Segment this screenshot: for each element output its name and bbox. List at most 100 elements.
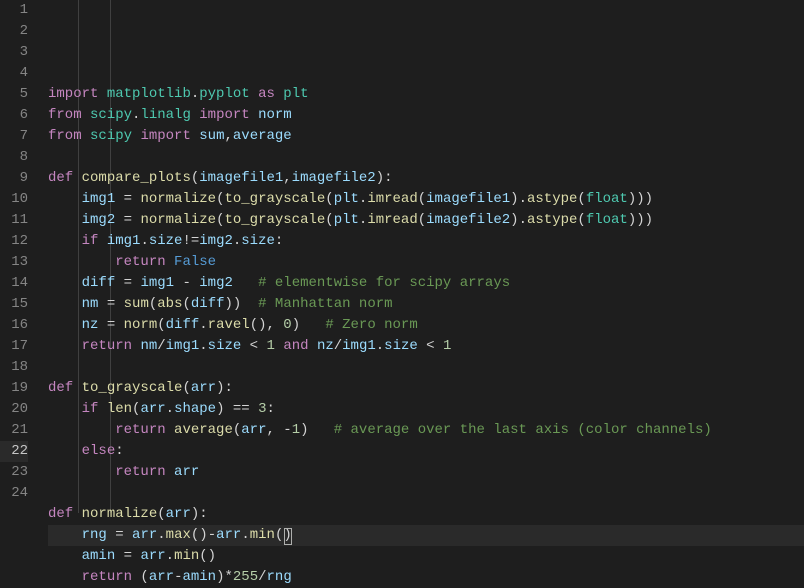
token-punc: ( bbox=[182, 296, 190, 312]
token-var: img1 bbox=[342, 338, 376, 354]
token-kw: and bbox=[283, 338, 308, 354]
token-op: / bbox=[258, 569, 266, 585]
token-punc bbox=[191, 107, 199, 123]
token-var: diff bbox=[191, 296, 225, 312]
token-punc: . bbox=[166, 548, 174, 564]
token-punc bbox=[48, 401, 82, 417]
code-line[interactable] bbox=[48, 147, 804, 168]
code-line[interactable]: diff = img1 - img2 # elementwise for sci… bbox=[48, 273, 804, 294]
code-line[interactable]: rng = arr.max()-arr.min() bbox=[48, 525, 804, 546]
code-line[interactable]: img1 = normalize(to_grayscale(plt.imread… bbox=[48, 189, 804, 210]
line-number-gutter: 123456789101112131415161718192021222324 bbox=[0, 0, 42, 513]
token-var: arr bbox=[191, 380, 216, 396]
token-punc bbox=[48, 464, 115, 480]
token-punc bbox=[82, 107, 90, 123]
token-op: = bbox=[115, 191, 140, 207]
code-line[interactable]: return arr bbox=[48, 462, 804, 483]
token-punc: ( bbox=[191, 170, 199, 186]
token-punc: : bbox=[275, 233, 283, 249]
token-punc: ( bbox=[577, 191, 585, 207]
code-line[interactable] bbox=[48, 483, 804, 504]
token-num: 3 bbox=[258, 401, 266, 417]
token-fn: average bbox=[174, 422, 233, 438]
code-line[interactable]: def normalize(arr): bbox=[48, 504, 804, 525]
token-punc: ( bbox=[157, 317, 165, 333]
line-number: 16 bbox=[0, 315, 28, 336]
token-mod: scipy bbox=[90, 128, 132, 144]
token-var: imagefile2 bbox=[426, 212, 510, 228]
token-punc: ) bbox=[216, 569, 224, 585]
token-fn: astype bbox=[527, 191, 577, 207]
line-number: 8 bbox=[0, 147, 28, 168]
code-line[interactable]: nz = norm(diff.ravel(), 0) # Zero norm bbox=[48, 315, 804, 336]
token-var: img1 bbox=[82, 191, 116, 207]
token-fn: imread bbox=[367, 191, 417, 207]
token-op: - bbox=[208, 527, 216, 543]
code-editor[interactable]: 123456789101112131415161718192021222324 … bbox=[0, 0, 804, 513]
line-number: 12 bbox=[0, 231, 28, 252]
code-line[interactable]: def to_grayscale(arr): bbox=[48, 378, 804, 399]
code-line[interactable]: amin = arr.min() bbox=[48, 546, 804, 567]
code-line[interactable]: from scipy.linalg import norm bbox=[48, 105, 804, 126]
token-punc bbox=[48, 527, 82, 543]
token-op: / bbox=[157, 338, 165, 354]
code-line[interactable]: return nm/img1.size < 1 and nz/img1.size… bbox=[48, 336, 804, 357]
code-line[interactable]: def compare_plots(imagefile1,imagefile2)… bbox=[48, 168, 804, 189]
token-punc: ) bbox=[216, 401, 233, 417]
code-line[interactable]: return average(arr, -1) # average over t… bbox=[48, 420, 804, 441]
code-line[interactable]: nm = sum(abs(diff)) # Manhattan norm bbox=[48, 294, 804, 315]
code-line[interactable]: if img1.size!=img2.size: bbox=[48, 231, 804, 252]
token-var: img2 bbox=[82, 212, 116, 228]
token-punc: ))) bbox=[628, 191, 653, 207]
token-punc: ): bbox=[376, 170, 393, 186]
token-var: diff bbox=[166, 317, 200, 333]
token-punc bbox=[191, 128, 199, 144]
code-line[interactable]: return (arr-amin)*255/rng bbox=[48, 567, 804, 588]
line-number: 9 bbox=[0, 168, 28, 189]
token-punc bbox=[98, 233, 106, 249]
token-var: arr bbox=[216, 527, 241, 543]
code-line[interactable]: import matplotlib.pyplot as plt bbox=[48, 84, 804, 105]
token-punc: )) bbox=[225, 296, 259, 312]
token-punc bbox=[250, 107, 258, 123]
token-var: plt bbox=[334, 191, 359, 207]
token-var: sum bbox=[199, 128, 224, 144]
token-kw: return bbox=[82, 338, 132, 354]
token-var: diff bbox=[82, 275, 116, 291]
token-var: average bbox=[233, 128, 292, 144]
token-kw: import bbox=[48, 86, 98, 102]
token-punc bbox=[98, 86, 106, 102]
token-num: 1 bbox=[443, 338, 451, 354]
token-kw: from bbox=[48, 128, 82, 144]
token-cmt: # average over the last axis (color chan… bbox=[334, 422, 712, 438]
token-punc: , bbox=[224, 128, 232, 144]
token-punc: ( bbox=[182, 380, 190, 396]
token-punc: ( bbox=[157, 506, 165, 522]
token-var: img1 bbox=[107, 233, 141, 249]
line-number: 13 bbox=[0, 252, 28, 273]
token-var: nz bbox=[82, 317, 99, 333]
token-var: arr bbox=[174, 464, 199, 480]
code-line[interactable]: return False bbox=[48, 252, 804, 273]
token-var: img2 bbox=[199, 233, 233, 249]
token-var: size bbox=[241, 233, 275, 249]
token-mod: scipy bbox=[90, 107, 132, 123]
code-line[interactable]: else: bbox=[48, 441, 804, 462]
token-cmt: # elementwise for scipy arrays bbox=[258, 275, 510, 291]
token-var: rng bbox=[82, 527, 107, 543]
line-number: 20 bbox=[0, 399, 28, 420]
token-op: * bbox=[224, 569, 232, 585]
token-var: amin bbox=[82, 548, 116, 564]
code-line[interactable]: img2 = normalize(to_grayscale(plt.imread… bbox=[48, 210, 804, 231]
code-line[interactable] bbox=[48, 357, 804, 378]
token-var: img1 bbox=[166, 338, 200, 354]
token-fn: normalize bbox=[82, 506, 158, 522]
token-var: arr bbox=[132, 527, 157, 543]
code-line[interactable]: if len(arr.shape) == 3: bbox=[48, 399, 804, 420]
token-mod: linalg bbox=[140, 107, 190, 123]
token-var: plt bbox=[334, 212, 359, 228]
line-number: 14 bbox=[0, 273, 28, 294]
token-punc: ( bbox=[132, 569, 149, 585]
code-line[interactable]: from scipy import sum,average bbox=[48, 126, 804, 147]
code-area[interactable]: import matplotlib.pyplot as pltfrom scip… bbox=[42, 0, 804, 513]
